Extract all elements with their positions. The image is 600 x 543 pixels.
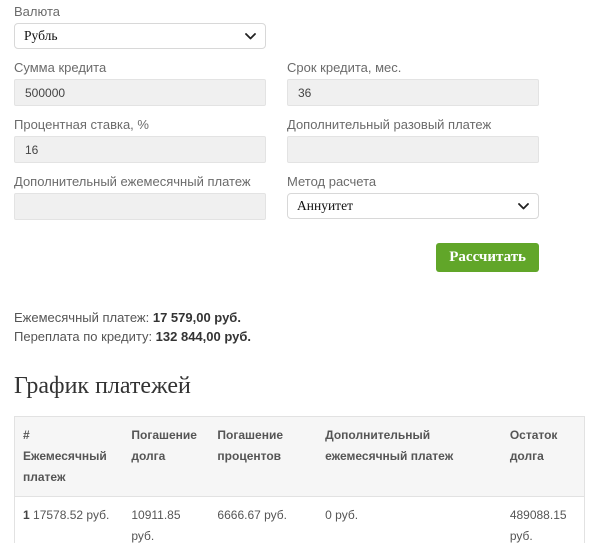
cell-extra: 0 руб. bbox=[325, 508, 359, 522]
monthly-extra-label: Дополнительный ежемесячный платеж bbox=[14, 174, 251, 189]
loan-calculator-page: Валюта Рубль Сумма кредита Срок кредита,… bbox=[0, 0, 600, 543]
monthly-payment-value: 17 579,00 руб. bbox=[152, 310, 241, 325]
column-header-monthly-payment: # Ежемесячный платеж bbox=[14, 416, 124, 497]
chevron-down-icon bbox=[245, 32, 256, 40]
calculate-button[interactable]: Рассчитать bbox=[436, 243, 539, 272]
one-time-extra-field: Дополнительный разовый платеж bbox=[287, 117, 539, 163]
table-row: 1 17578.52 руб. 10911.85 руб. 6666.67 ру… bbox=[15, 497, 585, 543]
table-header-row: # Ежемесячный платеж Погашение долга Пог… bbox=[14, 416, 585, 497]
rate-input[interactable] bbox=[14, 136, 266, 163]
cell-principal: 10911.85 руб. bbox=[131, 508, 181, 543]
cell-interest: 6666.67 руб. bbox=[217, 508, 288, 522]
cell-balance: 489088.15 руб. bbox=[509, 508, 567, 543]
monthly-payment-line: Ежемесячный платеж: 17 579,00 руб. bbox=[14, 308, 586, 327]
currency-select[interactable]: Рубль bbox=[14, 23, 266, 49]
term-input[interactable] bbox=[287, 79, 539, 106]
cell-payment: 1 17578.52 руб. bbox=[23, 508, 110, 522]
rate-label: Процентная ставка, % bbox=[14, 117, 149, 132]
schedule-title: График платежей bbox=[14, 373, 191, 399]
term-field: Срок кредита, мес. bbox=[287, 60, 539, 106]
term-label: Срок кредита, мес. bbox=[287, 60, 402, 75]
method-label: Метод расчета bbox=[287, 174, 377, 189]
currency-field: Валюта Рубль bbox=[14, 4, 266, 49]
column-header-interest: Погашение процентов bbox=[209, 416, 318, 497]
monthly-extra-field: Дополнительный ежемесячный платеж bbox=[14, 174, 266, 220]
overpayment-value: 132 844,00 руб. bbox=[155, 329, 251, 344]
rate-field: Процентная ставка, % bbox=[14, 117, 266, 163]
column-header-balance: Остаток долга bbox=[501, 416, 585, 497]
currency-label: Валюта bbox=[14, 4, 60, 19]
method-select[interactable]: Аннуитет bbox=[287, 193, 539, 219]
overpayment-line: Переплата по кредиту: 132 844,00 руб. bbox=[14, 327, 586, 346]
method-selected-value: Аннуитет bbox=[297, 198, 353, 213]
loan-amount-input[interactable] bbox=[14, 79, 266, 106]
monthly-extra-input[interactable] bbox=[14, 193, 266, 220]
monthly-payment-label: Ежемесячный платеж: bbox=[14, 310, 153, 325]
chevron-down-icon bbox=[518, 202, 529, 210]
results-block: Ежемесячный платеж: 17 579,00 руб. Переп… bbox=[14, 308, 586, 346]
loan-form: Сумма кредита Срок кредита, мес. Процент… bbox=[14, 60, 539, 231]
column-header-principal: Погашение долга bbox=[123, 416, 210, 497]
loan-amount-field: Сумма кредита bbox=[14, 60, 266, 106]
overpayment-label: Переплата по кредиту: bbox=[14, 329, 156, 344]
column-header-extra-payment: Дополнительный ежемесячный платеж bbox=[317, 416, 502, 497]
button-row: Рассчитать bbox=[14, 243, 539, 272]
currency-selected-value: Рубль bbox=[24, 28, 58, 43]
one-time-extra-input[interactable] bbox=[287, 136, 539, 163]
method-field: Метод расчета Аннуитет bbox=[287, 174, 539, 220]
one-time-extra-label: Дополнительный разовый платеж bbox=[287, 117, 492, 132]
payment-schedule-table: # Ежемесячный платеж Погашение долга Пог… bbox=[14, 416, 585, 543]
loan-amount-label: Сумма кредита bbox=[14, 60, 107, 75]
